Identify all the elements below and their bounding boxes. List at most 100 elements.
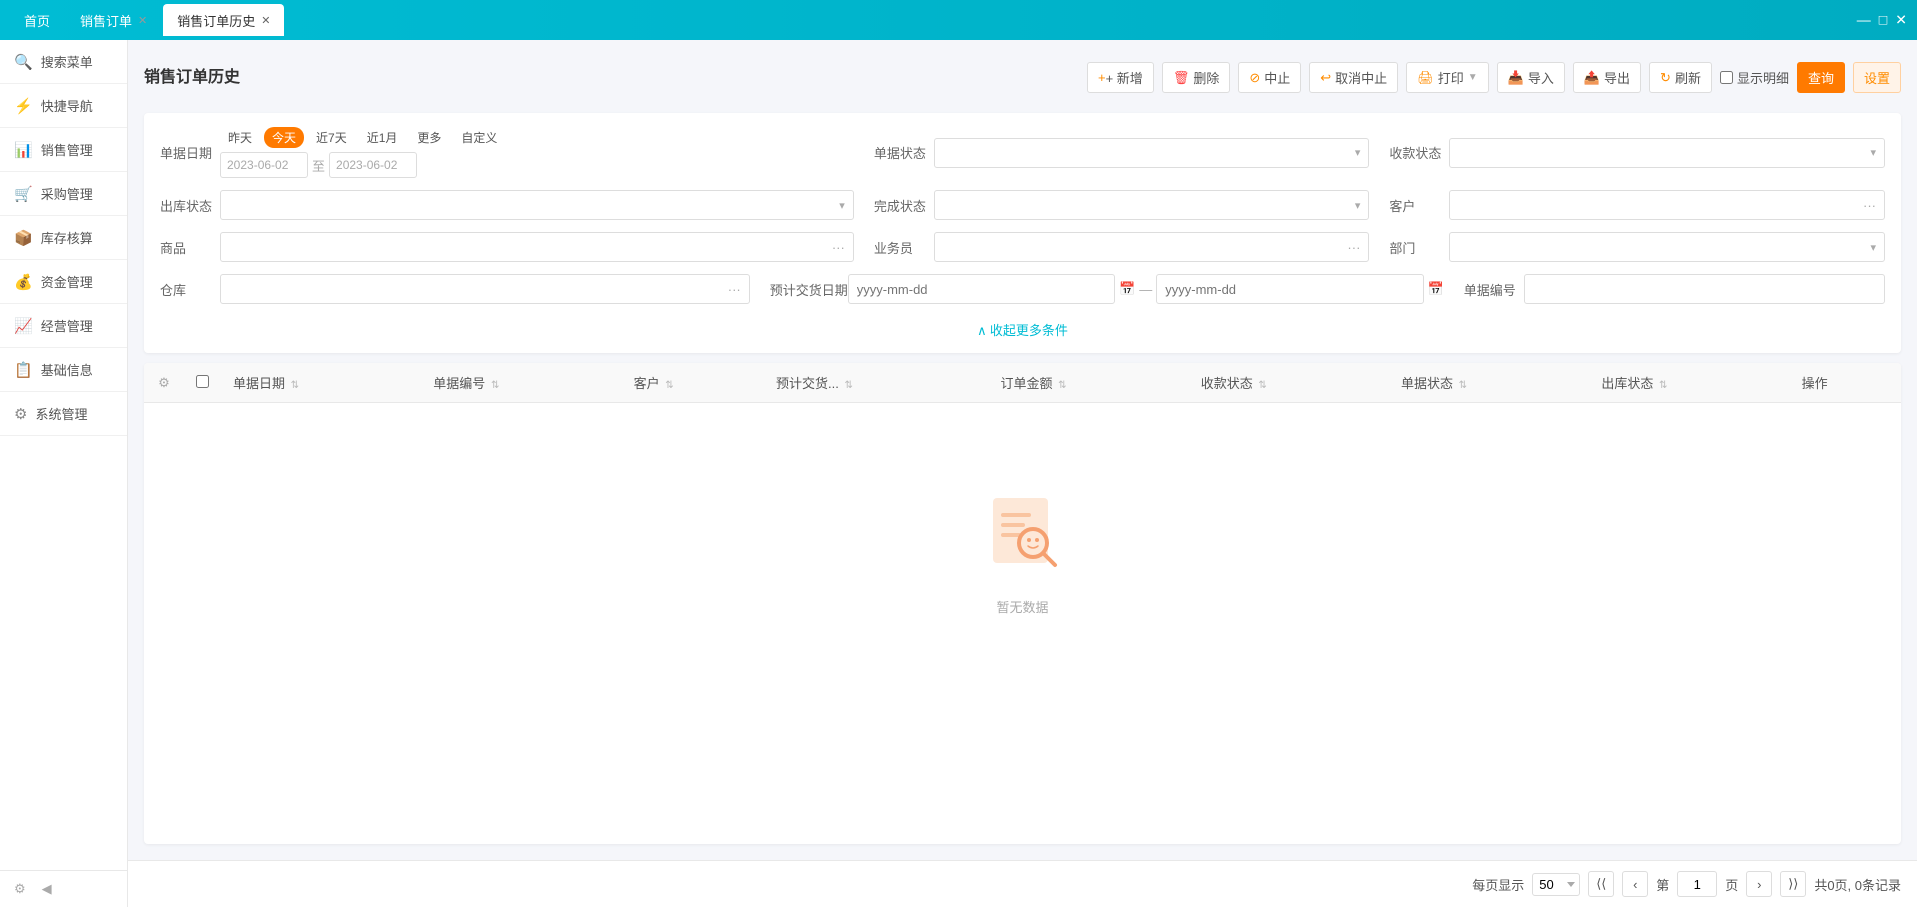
tab-sales-order-history[interactable]: 销售订单历史 ✕ <box>163 4 284 36</box>
date-yesterday[interactable]: 昨天 <box>220 127 260 148</box>
first-page-button[interactable]: ⟨⟨ <box>1588 871 1614 897</box>
maximize-icon[interactable]: □ <box>1879 12 1887 29</box>
export-button[interactable]: 📤 导出 <box>1573 62 1641 93</box>
last-page-button[interactable]: ⟩⟩ <box>1780 871 1806 897</box>
filter-complete-status-select[interactable]: ▾ <box>934 190 1370 220</box>
th-out-status[interactable]: 出库状态 ⇅ <box>1589 363 1789 403</box>
filter-out-status-select[interactable]: ▾ <box>220 190 854 220</box>
stop-icon: ⊘ <box>1249 70 1260 86</box>
th-order-amount[interactable]: 订单金额 ⇅ <box>988 363 1188 403</box>
th-bill-date[interactable]: 单据日期 ⇅ <box>221 363 421 403</box>
print-dropdown-icon: ▼ <box>1468 72 1478 83</box>
expected-date-end-input[interactable] <box>1156 274 1423 304</box>
th-expected-delivery[interactable]: 预计交货... ⇅ <box>764 363 988 403</box>
filter-product-input[interactable]: ··· <box>220 232 854 262</box>
sidebar-item-quick-nav[interactable]: ⚡ 快捷导航 <box>0 84 127 128</box>
filter-customer-input[interactable]: ··· <box>1449 190 1885 220</box>
sidebar-item-operations[interactable]: 📈 经营管理 <box>0 304 127 348</box>
th-bill-no[interactable]: 单据编号 ⇅ <box>421 363 621 403</box>
current-page-input[interactable] <box>1677 871 1717 897</box>
display-toggle[interactable]: 显示明细 <box>1720 68 1789 87</box>
first-page-icon: ⟨⟨ <box>1596 876 1606 892</box>
prev-page-icon: ‹ <box>1633 877 1637 892</box>
date-7days[interactable]: 近7天 <box>308 127 355 148</box>
filter-customer-field: 客户 ··· <box>1389 190 1885 220</box>
stop-button[interactable]: ⊘ 中止 <box>1238 62 1301 93</box>
sort-out-status-icon: ⇅ <box>1659 380 1667 391</box>
filter-bill-no-label: 单据编号 <box>1464 280 1524 299</box>
minimize-icon[interactable]: — <box>1857 12 1871 29</box>
gear-icon[interactable]: ⚙ <box>158 375 170 390</box>
collapse-row[interactable]: ∧ 收起更多条件 <box>160 316 1885 339</box>
import-button[interactable]: 📥 导入 <box>1497 62 1565 93</box>
filter-department-select[interactable]: ▾ <box>1449 232 1885 262</box>
refresh-button[interactable]: ↻ 刷新 <box>1649 62 1712 93</box>
filter-complete-status-label: 完成状态 <box>874 196 934 215</box>
filter-product-label: 商品 <box>160 238 220 257</box>
print-button[interactable]: 🖨 打印 ▼ <box>1406 62 1488 93</box>
date-start-input[interactable] <box>220 152 308 178</box>
date-custom[interactable]: 自定义 <box>453 127 505 148</box>
display-toggle-checkbox[interactable] <box>1720 71 1733 84</box>
quick-nav-icon: ⚡ <box>14 97 33 115</box>
expected-date-start-input[interactable] <box>848 274 1115 304</box>
delete-button[interactable]: 🗑 删除 <box>1162 62 1231 93</box>
empty-state-row: 暂无数据 <box>144 403 1901 697</box>
search-menu-icon: 🔍 <box>14 53 33 71</box>
prev-page-button[interactable]: ‹ <box>1622 871 1648 897</box>
settings-button[interactable]: 设置 <box>1853 62 1901 93</box>
page-size-select[interactable]: 10 20 50 100 <box>1532 873 1580 896</box>
sidebar-settings-icon[interactable]: ⚙ <box>14 881 26 897</box>
query-button[interactable]: 查询 <box>1797 62 1845 93</box>
sidebar-item-inventory[interactable]: 📦 库存核算 <box>0 216 127 260</box>
date-more[interactable]: 更多 <box>409 127 449 148</box>
sidebar-item-finance[interactable]: 💰 资金管理 <box>0 260 127 304</box>
out-status-chevron: ▾ <box>839 199 845 212</box>
sidebar-item-sales-mgmt[interactable]: 📊 销售管理 <box>0 128 127 172</box>
calendar-start-icon[interactable]: 📅 <box>1119 281 1135 297</box>
cancel-stop-button[interactable]: ↩ 取消中止 <box>1309 62 1398 93</box>
table-header: ⚙ 单据日期 ⇅ 单据编号 ⇅ <box>144 363 1901 403</box>
sort-amount-icon: ⇅ <box>1058 380 1066 391</box>
next-page-button[interactable]: › <box>1746 871 1772 897</box>
header-actions: 销售订单历史 + + 新增 🗑 删除 ⊘ 中止 ↩ <box>144 56 1901 103</box>
select-all-checkbox[interactable] <box>196 375 209 388</box>
date-1month[interactable]: 近1月 <box>359 127 406 148</box>
tab-home[interactable]: 首页 <box>10 4 64 36</box>
filter-bill-status-select[interactable]: ▾ <box>934 138 1370 168</box>
date-end-input[interactable] <box>329 152 417 178</box>
sidebar-item-search-menu[interactable]: 🔍 搜索菜单 <box>0 40 127 84</box>
close-icon[interactable]: ✕ <box>1895 12 1907 29</box>
content-area: 销售订单历史 + + 新增 🗑 删除 ⊘ 中止 ↩ <box>128 40 1917 907</box>
tab-sales-order[interactable]: 销售订单 ✕ <box>66 4 161 36</box>
export-icon: 📤 <box>1584 70 1600 86</box>
filter-bill-no-input[interactable] <box>1524 274 1885 304</box>
sidebar-item-basic-info[interactable]: 📋 基础信息 <box>0 348 127 392</box>
th-customer[interactable]: 客户 ⇅ <box>622 363 764 403</box>
date-today[interactable]: 今天 <box>264 127 304 148</box>
new-icon: + <box>1098 70 1106 85</box>
last-page-icon: ⟩⟩ <box>1788 876 1798 892</box>
page-label-pre: 第 <box>1656 875 1669 894</box>
table-body: 暂无数据 <box>144 403 1901 697</box>
sort-bill-date-icon: ⇅ <box>291 380 299 391</box>
sort-delivery-icon: ⇅ <box>845 380 853 391</box>
tab-sales-order-history-close[interactable]: ✕ <box>261 14 270 27</box>
th-checkbox[interactable] <box>184 363 221 403</box>
filter-salesman-input[interactable]: ··· <box>934 232 1370 262</box>
th-payment-status[interactable]: 收款状态 ⇅ <box>1189 363 1389 403</box>
tab-sales-order-close[interactable]: ✕ <box>138 14 147 27</box>
page-size-label: 每页显示 <box>1472 875 1524 894</box>
filter-expected-date-field: 预计交货日期 📅 — 📅 <box>770 274 1444 304</box>
new-button[interactable]: + + 新增 <box>1087 62 1154 93</box>
filter-warehouse-input[interactable]: ··· <box>220 274 750 304</box>
sidebar-item-purchase-mgmt[interactable]: 🛒 采购管理 <box>0 172 127 216</box>
collapse-up-icon: ∧ <box>977 323 987 338</box>
calendar-end-icon[interactable]: 📅 <box>1428 281 1444 297</box>
filter-payment-status-select[interactable]: ▾ <box>1449 138 1885 168</box>
operations-icon: 📈 <box>14 317 33 335</box>
th-gear[interactable]: ⚙ <box>144 363 184 403</box>
th-bill-status[interactable]: 单据状态 ⇅ <box>1389 363 1589 403</box>
sidebar-collapse-icon[interactable]: ◀ <box>42 881 52 897</box>
sidebar-item-system-mgmt[interactable]: ⚙ 系统管理 <box>0 392 127 436</box>
